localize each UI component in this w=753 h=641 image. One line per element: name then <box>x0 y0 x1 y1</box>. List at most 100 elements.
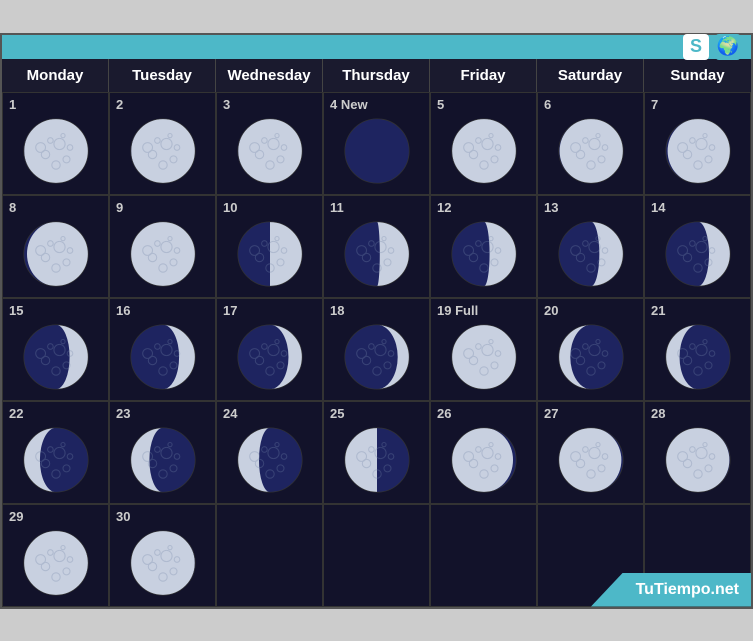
moon-phase-image <box>342 112 412 194</box>
calendar-cell: 26 <box>430 401 537 504</box>
moon-phase-image <box>342 318 412 400</box>
moon-phase-image <box>128 215 198 297</box>
calendar-cell: 18 <box>323 298 430 401</box>
date-label: 18 <box>324 299 350 318</box>
calendar-cell: 3 <box>216 92 323 195</box>
calendar-cell: 27 <box>537 401 644 504</box>
calendar-cell: 28 <box>644 401 751 504</box>
moon-phase-image <box>663 421 733 503</box>
moon-phase-image <box>235 318 305 400</box>
calendar-cell: 25 <box>323 401 430 504</box>
date-label: 3 <box>217 93 236 112</box>
globe-icon[interactable]: 🌍 <box>715 34 741 60</box>
moon-phase-image <box>21 421 91 503</box>
date-label: 19 Full <box>431 299 484 318</box>
date-label: 6 <box>538 93 557 112</box>
date-label: 10 <box>217 196 243 215</box>
calendar-cell: 9 <box>109 195 216 298</box>
day-headers: MondayTuesdayWednesdayThursdayFridaySatu… <box>2 59 751 92</box>
calendar-cell: 19 Full <box>430 298 537 401</box>
calendar-cell: 21 <box>644 298 751 401</box>
moon-phase-image <box>21 318 91 400</box>
calendar-cell: 15 <box>2 298 109 401</box>
calendar-cell: 22 <box>2 401 109 504</box>
date-label: 9 <box>110 196 129 215</box>
calendar-cell: 17 <box>216 298 323 401</box>
date-label: 20 <box>538 299 564 318</box>
s-icon[interactable]: S <box>683 34 709 60</box>
day-header-sunday: Sunday <box>644 59 751 92</box>
moon-phase-image <box>128 524 198 606</box>
date-label: 15 <box>3 299 29 318</box>
moon-phase-image <box>128 318 198 400</box>
calendar-cell: 14 <box>644 195 751 298</box>
date-label: 27 <box>538 402 564 421</box>
date-label: 14 <box>645 196 671 215</box>
date-label: 17 <box>217 299 243 318</box>
date-label: 16 <box>110 299 136 318</box>
date-label: 5 <box>431 93 450 112</box>
date-label: 1 <box>3 93 22 112</box>
moon-phase-image <box>449 215 519 297</box>
moon-phase-image <box>449 112 519 194</box>
date-label: 8 <box>3 196 22 215</box>
calendar-cell: 8 <box>2 195 109 298</box>
day-header-tuesday: Tuesday <box>109 59 216 92</box>
calendar-cell: 24 <box>216 401 323 504</box>
calendar-cell: 20 <box>537 298 644 401</box>
moon-phase-image <box>663 112 733 194</box>
moon-phase-image <box>342 421 412 503</box>
calendar-cell: 11 <box>323 195 430 298</box>
date-label: 21 <box>645 299 671 318</box>
calendar-cell: 4 New <box>323 92 430 195</box>
date-label: 7 <box>645 93 664 112</box>
calendar-cell: 10 <box>216 195 323 298</box>
calendar-cell: 5 <box>430 92 537 195</box>
calendar-cell: 1 <box>2 92 109 195</box>
day-header-monday: Monday <box>2 59 109 92</box>
moon-phase-image <box>556 112 626 194</box>
day-header-saturday: Saturday <box>537 59 644 92</box>
moon-phase-image <box>663 215 733 297</box>
moon-phase-image <box>556 318 626 400</box>
day-header-thursday: Thursday <box>323 59 430 92</box>
moon-phase-image <box>235 421 305 503</box>
date-label: 2 <box>110 93 129 112</box>
date-label: 23 <box>110 402 136 421</box>
calendar-cell <box>430 504 537 607</box>
calendar-cell: 16 <box>109 298 216 401</box>
date-label: 28 <box>645 402 671 421</box>
calendar-cell: 2 <box>109 92 216 195</box>
moon-phase-image <box>21 215 91 297</box>
date-label: 26 <box>431 402 457 421</box>
date-label: 30 <box>110 505 136 524</box>
date-label: 13 <box>538 196 564 215</box>
date-label: 11 <box>324 196 350 215</box>
calendar-cell: 30 <box>109 504 216 607</box>
moon-phase-image <box>128 112 198 194</box>
date-label: 22 <box>3 402 29 421</box>
moon-phase-image <box>21 112 91 194</box>
date-label: 24 <box>217 402 243 421</box>
calendar-container: S 🌍 MondayTuesdayWednesdayThursdayFriday… <box>0 33 753 609</box>
moon-phase-image <box>556 421 626 503</box>
calendar-title: S 🌍 <box>2 35 751 59</box>
moon-phase-image <box>21 524 91 606</box>
moon-phase-image <box>556 215 626 297</box>
calendar-cell: 6 <box>537 92 644 195</box>
moon-phase-image <box>342 215 412 297</box>
date-label: 4 New <box>324 93 374 112</box>
day-header-wednesday: Wednesday <box>216 59 323 92</box>
date-label: 29 <box>3 505 29 524</box>
date-label: 25 <box>324 402 350 421</box>
moon-phase-image <box>449 318 519 400</box>
moon-phase-image <box>128 421 198 503</box>
moon-phase-image <box>449 421 519 503</box>
moon-phase-image <box>663 318 733 400</box>
calendar-cell <box>323 504 430 607</box>
title-icons: S 🌍 <box>683 34 741 60</box>
calendar-cell: 23 <box>109 401 216 504</box>
calendar-cell: 13 <box>537 195 644 298</box>
moon-phase-image <box>235 112 305 194</box>
calendar-grid: 1234 New5678910111213141516171819 Full20… <box>2 92 751 607</box>
